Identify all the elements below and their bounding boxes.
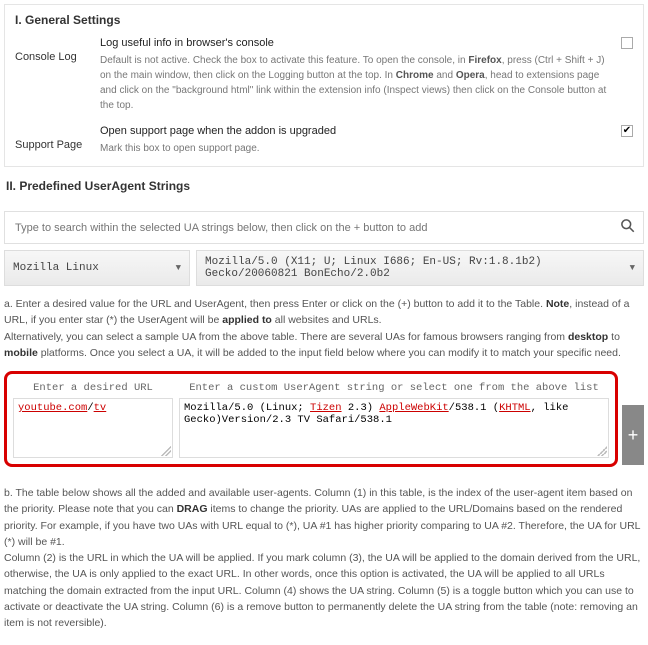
instruction-a: a. Enter a desired value for the URL and…	[4, 296, 644, 361]
ua-search-input[interactable]	[13, 221, 620, 235]
instruction-b: b. The table below shows all the added a…	[4, 485, 644, 631]
search-icon[interactable]	[620, 218, 635, 237]
general-settings-panel: I. General Settings Console Log Log usef…	[4, 4, 644, 167]
support-page-desc: Mark this box to open support page.	[100, 141, 615, 156]
chevron-down-icon: ▼	[630, 263, 635, 273]
predefined-ua-title: II. Predefined UserAgent Strings	[4, 179, 644, 201]
ua-entry-header: Enter a custom UserAgent string or selec…	[179, 380, 609, 398]
os-select[interactable]: Mozilla Linux ▼	[4, 250, 190, 286]
add-ua-button[interactable]: +	[622, 405, 644, 465]
ua-select-value: Mozilla/5.0 (X11; U; Linux I686; En-US; …	[205, 256, 624, 280]
ua-dropdown-row: Mozilla Linux ▼ Mozilla/5.0 (X11; U; Lin…	[4, 250, 644, 286]
os-select-value: Mozilla Linux	[13, 262, 99, 274]
console-log-desc: Default is not active. Check the box to …	[100, 53, 615, 113]
ua-select[interactable]: Mozilla/5.0 (X11; U; Linux I686; En-US; …	[196, 250, 644, 286]
support-page-title: Open support page when the addon is upgr…	[100, 125, 615, 137]
console-log-row: Console Log Log useful info in browser's…	[15, 37, 633, 113]
console-log-title: Log useful info in browser's console	[100, 37, 615, 49]
support-page-checkbox[interactable]	[621, 125, 633, 137]
support-page-row: Support Page Open support page when the …	[15, 125, 633, 156]
support-page-label: Support Page	[15, 125, 90, 151]
console-log-label: Console Log	[15, 37, 90, 63]
url-entry-header: Enter a desired URL	[13, 380, 173, 398]
console-log-checkbox[interactable]	[621, 37, 633, 49]
resize-grip-icon[interactable]	[161, 446, 171, 456]
url-entry-col: Enter a desired URL youtube.com/tv	[13, 380, 173, 458]
url-input[interactable]: youtube.com/tv	[13, 398, 173, 458]
chevron-down-icon: ▼	[176, 263, 181, 273]
ua-entry-box: Enter a desired URL youtube.com/tv Enter…	[4, 371, 618, 467]
general-settings-title: I. General Settings	[15, 13, 633, 27]
ua-search-bar	[4, 211, 644, 244]
ua-entry-col: Enter a custom UserAgent string or selec…	[179, 380, 609, 458]
ua-input[interactable]: Mozilla/5.0 (Linux; Tizen 2.3) AppleWebK…	[179, 398, 609, 458]
resize-grip-icon[interactable]	[597, 446, 607, 456]
